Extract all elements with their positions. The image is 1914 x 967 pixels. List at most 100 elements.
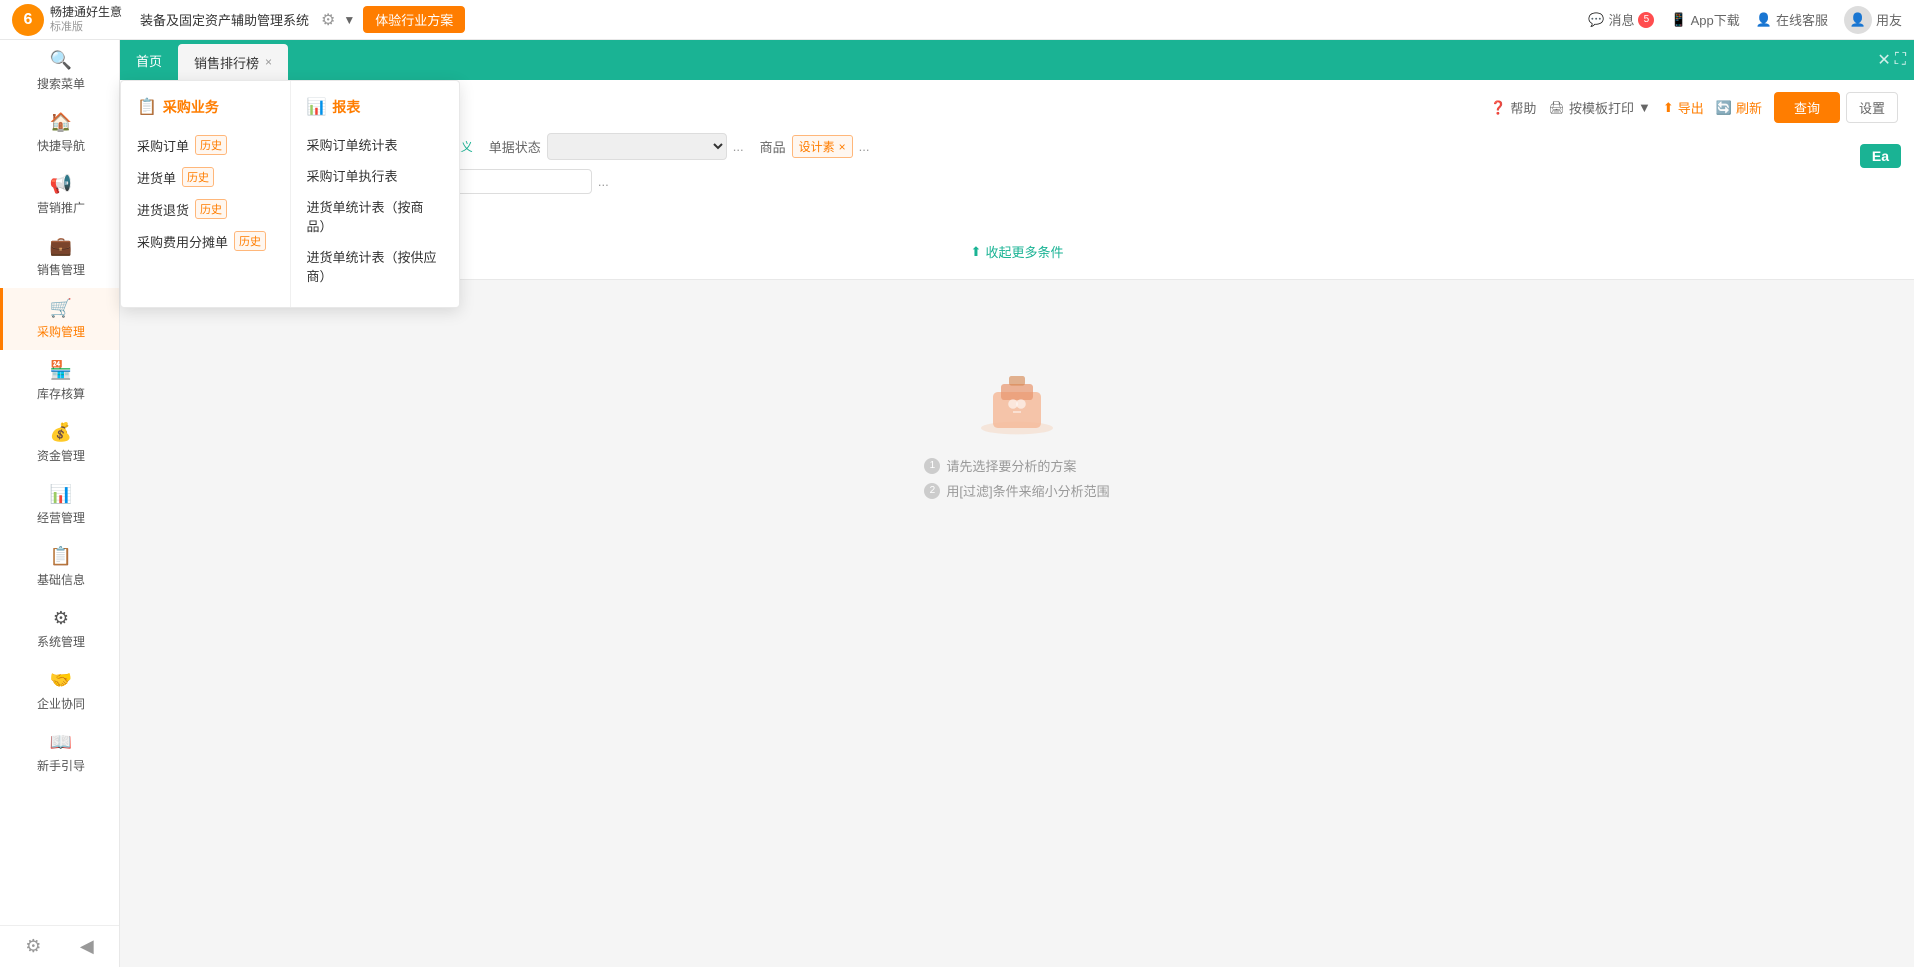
tab-spacer <box>288 40 1869 80</box>
tab-controls: ✕ ⛶ <box>1869 40 1914 80</box>
dropdown-item-report-2[interactable]: 采购订单执行表 <box>307 160 444 191</box>
tip-num-1: 1 <box>924 458 940 474</box>
header-right: 💬 消息 5 📱 App下载 👤 在线客服 👤 用友 <box>1588 6 1902 34</box>
sidebar-item-purchase[interactable]: 🛒 采购管理 <box>0 288 119 350</box>
doc-status-select[interactable] <box>547 133 727 160</box>
empty-tips: 1 请先选择要分析的方案 2 用[过滤]条件来缩小分析范围 <box>924 456 1109 500</box>
marketing-icon: 📢 <box>50 174 72 195</box>
user-avatar: 👤 <box>1844 6 1872 34</box>
header-settings-icon[interactable]: ⚙ <box>321 10 335 30</box>
collapse-icon: ⬆ <box>971 244 982 260</box>
print-template-btn[interactable]: 🖨 按模板打印 ▼ <box>1548 98 1650 117</box>
user-area[interactable]: 👤 用友 <box>1844 6 1902 34</box>
settings-btn[interactable]: 设置 <box>1846 92 1898 123</box>
hist-badge-3[interactable]: 历史 <box>234 231 266 251</box>
sidebar-item-finance[interactable]: 💰 资金管理 <box>0 412 119 474</box>
basic-icon: 📋 <box>50 546 72 567</box>
system-icon: ⚙ <box>53 608 69 629</box>
sidebar: 🔍 搜索菜单 🏠 快捷导航 📢 营销推广 💼 销售管理 🛒 采购管理 🏪 库存核… <box>0 40 120 967</box>
sidebar-item-marketing[interactable]: 📢 营销推广 <box>0 164 119 226</box>
app-download-btn[interactable]: 📱 App下载 <box>1670 10 1739 29</box>
tab-maximize-btn[interactable]: ⛶ <box>1895 51 1906 69</box>
dropdown-col2-title: 📊 报表 <box>307 97 444 117</box>
sidebar-settings-btn[interactable]: ⚙ <box>25 936 41 957</box>
online-service-btn[interactable]: 👤 在线客服 <box>1756 10 1828 29</box>
purchase-col-icon: 📋 <box>137 97 157 117</box>
enterprise-icon: 🤝 <box>50 670 72 691</box>
empty-illustration <box>967 360 1067 440</box>
hist-badge-1[interactable]: 历史 <box>182 167 214 187</box>
query-btn[interactable]: 查询 <box>1774 92 1840 123</box>
home-icon: 🏠 <box>50 112 72 133</box>
product-filter-group: 商品 设计素 × ... <box>760 135 870 158</box>
hist-badge-2[interactable]: 历史 <box>195 199 227 219</box>
purchase-icon: 🛒 <box>50 298 72 319</box>
sidebar-item-enterprise[interactable]: 🤝 企业协同 <box>0 660 119 722</box>
help-btn[interactable]: ❓ 帮助 <box>1490 98 1536 117</box>
dropdown-item-report-4[interactable]: 进货单统计表（按供应商） <box>307 241 444 291</box>
sidebar-item-operations[interactable]: 📊 经营管理 <box>0 474 119 536</box>
sidebar-item-sales[interactable]: 💼 销售管理 <box>0 226 119 288</box>
system-dropdown-btn[interactable]: ▼ <box>343 13 355 27</box>
dropdown-item-goods-in[interactable]: 进货单 历史 <box>137 161 274 193</box>
tab-sales-rank[interactable]: 销售排行榜 × <box>178 44 288 80</box>
product-dots[interactable]: ... <box>859 139 870 154</box>
sidebar-item-system[interactable]: ⚙ 系统管理 <box>0 598 119 660</box>
doc-status-dots[interactable]: ... <box>733 139 744 154</box>
inventory-icon: 🏪 <box>50 360 72 381</box>
product-tag: 设计素 × <box>792 135 853 158</box>
export-btn[interactable]: ⬆ 导出 <box>1663 98 1704 117</box>
query-area: 查询 设置 <box>1774 92 1898 123</box>
sales-icon: 💼 <box>50 236 72 257</box>
dropdown-col1-title: 📋 采购业务 <box>137 97 274 117</box>
logo-text: 畅捷通好生意 标准版 <box>50 5 122 35</box>
industry-btn[interactable]: 体验行业方案 <box>363 6 465 33</box>
tab-close-icon[interactable]: × <box>265 55 272 69</box>
dropdown-menu: 📋 采购业务 采购订单 历史 进货单 历史 进货退货 历史 采购费用分摊单 历史… <box>120 80 460 308</box>
finance-icon: 💰 <box>50 422 72 443</box>
dropdown-item-report-1[interactable]: 采购订单统计表 <box>307 129 444 160</box>
service-icon: 👤 <box>1756 12 1772 28</box>
sidebar-item-basic[interactable]: 📋 基础信息 <box>0 536 119 598</box>
system-title: 装备及固定资产辅助管理系统 ⚙ ▼ <box>140 10 355 30</box>
tab-close-window-btn[interactable]: ✕ <box>1877 50 1890 70</box>
operations-icon: 📊 <box>50 484 72 505</box>
guide-icon: 📖 <box>50 732 72 753</box>
print-icon: 🖨 <box>1548 100 1565 116</box>
dropdown-item-purchase-expense[interactable]: 采购费用分摊单 历史 <box>137 225 274 257</box>
dropdown-item-report-3[interactable]: 进货单统计表（按商品） <box>307 191 444 241</box>
dropdown-col-purchase: 📋 采购业务 采购订单 历史 进货单 历史 进货退货 历史 采购费用分摊单 历史 <box>121 81 291 307</box>
message-badge: 5 <box>1638 12 1654 28</box>
product-tag-close[interactable]: × <box>839 140 846 154</box>
dropdown-item-goods-return[interactable]: 进货退货 历史 <box>137 193 274 225</box>
tab-home[interactable]: 首页 <box>120 40 178 80</box>
help-icon: ❓ <box>1490 100 1506 116</box>
refresh-btn[interactable]: 🔄 刷新 <box>1716 98 1762 117</box>
search-icon: 🔍 <box>50 50 72 71</box>
hist-badge-0[interactable]: 历史 <box>195 135 227 155</box>
sidebar-item-guide[interactable]: 📖 新手引导 <box>0 722 119 784</box>
tab-bar: 首页 销售排行榜 × ✕ ⛶ <box>120 40 1914 80</box>
ea-badge: Ea <box>1860 144 1901 168</box>
tip-num-2: 2 <box>924 483 940 499</box>
dropdown-col-report: 📊 报表 采购订单统计表 采购订单执行表 进货单统计表（按商品） 进货单统计表（… <box>291 81 460 307</box>
doc-status-label: 单据状态 <box>489 137 541 156</box>
top-header: 6 畅捷通好生意 标准版 装备及固定资产辅助管理系统 ⚙ ▼ 体验行业方案 💬 … <box>0 0 1914 40</box>
empty-tip-2: 2 用[过滤]条件来缩小分析范围 <box>924 481 1109 500</box>
refresh-icon: 🔄 <box>1716 100 1732 116</box>
sidebar-item-nav[interactable]: 🏠 快捷导航 <box>0 102 119 164</box>
sidebar-item-search[interactable]: 🔍 搜索菜单 <box>0 40 119 102</box>
phone-icon: 📱 <box>1670 12 1686 28</box>
message-btn[interactable]: 💬 消息 5 <box>1588 10 1654 29</box>
logo-area: 6 畅捷通好生意 标准版 <box>12 4 132 36</box>
salesperson-dots[interactable]: ... <box>598 174 609 189</box>
dropdown-item-purchase-order[interactable]: 采购订单 历史 <box>137 129 274 161</box>
export-icon: ⬆ <box>1663 100 1674 116</box>
sidebar-item-inventory[interactable]: 🏪 库存核算 <box>0 350 119 412</box>
report-col-icon: 📊 <box>307 97 327 117</box>
message-icon: 💬 <box>1588 12 1604 28</box>
empty-tip-1: 1 请先选择要分析的方案 <box>924 456 1109 475</box>
doc-status-group: 单据状态 ... <box>489 133 744 160</box>
sidebar-collapse-btn[interactable]: ◀ <box>80 936 94 957</box>
empty-state: 1 请先选择要分析的方案 2 用[过滤]条件来缩小分析范围 <box>120 280 1914 580</box>
